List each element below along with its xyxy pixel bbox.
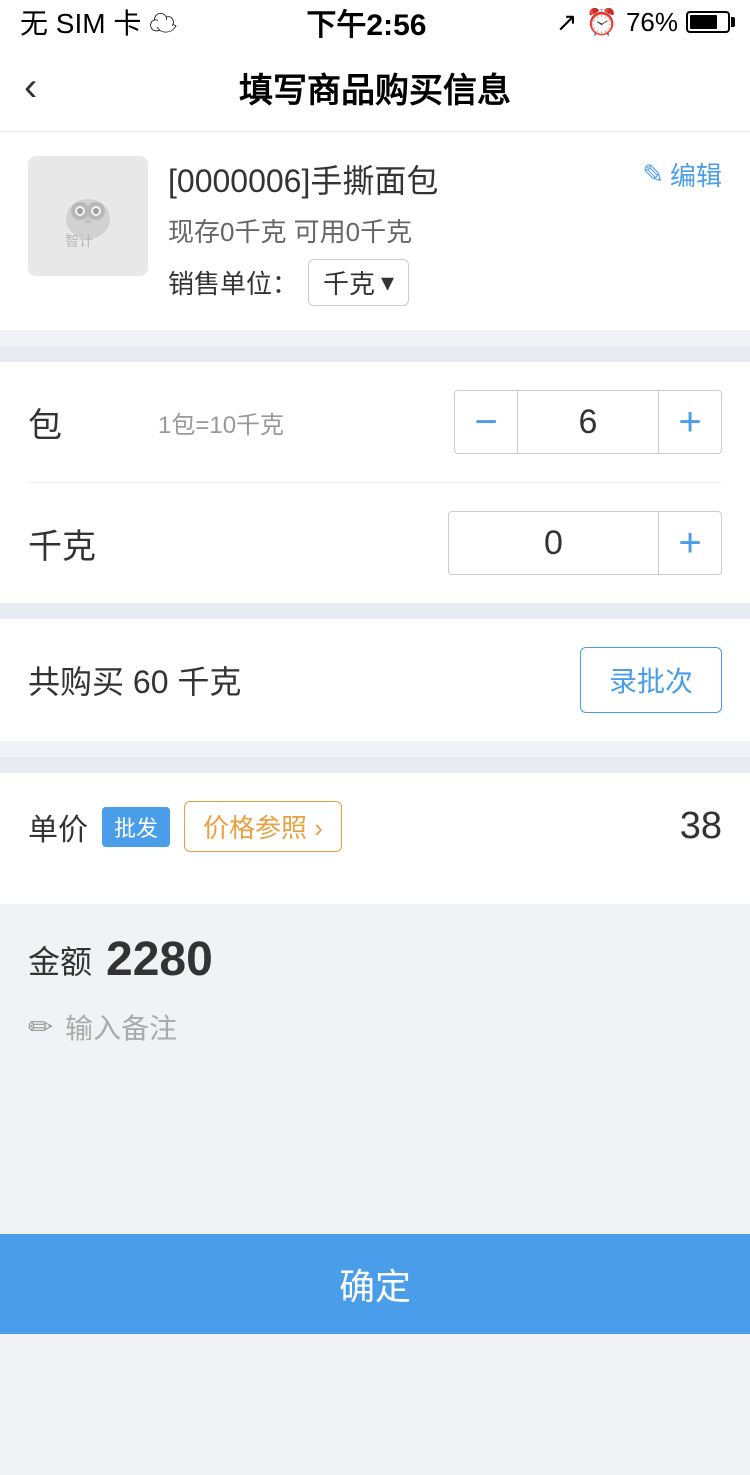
- amount-label: 金额: [28, 937, 92, 983]
- bao-label: 包: [28, 398, 148, 447]
- product-logo-icon: 智计: [53, 181, 123, 251]
- edit-label: 编辑: [670, 156, 722, 193]
- edit-icon: ✎: [642, 159, 664, 190]
- unit-value: 千克: [323, 264, 375, 301]
- summary-section: 共购买 60 千克 录批次: [0, 619, 750, 741]
- page-title: 填写商品购买信息: [239, 63, 511, 112]
- product-info: [0000006]手撕面包 现存0千克 可用0千克 销售单位： 千克 ▾: [168, 156, 622, 306]
- section-divider-1: [0, 346, 750, 362]
- kg-stepper: +: [448, 511, 722, 575]
- status-bar: 无 SIM 卡 ☁ 下午2:56 ↗ ⏰ 76%: [0, 0, 750, 44]
- section-divider-3: [0, 757, 750, 773]
- price-badge: 批发: [102, 807, 170, 847]
- kg-input-row: 千克 +: [28, 483, 722, 603]
- amount-row: 金额 2280: [28, 932, 722, 987]
- kg-label: 千克: [28, 519, 148, 568]
- bao-hint: 1包=10千克: [158, 405, 454, 440]
- alarm-icon: ⏰: [586, 7, 618, 38]
- edit-button[interactable]: ✎ 编辑: [642, 156, 722, 193]
- confirm-button[interactable]: 确定: [0, 1234, 750, 1334]
- bao-plus-button[interactable]: +: [658, 390, 722, 454]
- kg-quantity-input[interactable]: [448, 511, 658, 575]
- price-reference-button[interactable]: 价格参照 ›: [184, 801, 342, 852]
- note-row[interactable]: ✏ 输入备注: [28, 1007, 722, 1047]
- price-value: 38: [680, 805, 722, 848]
- svg-text:智计: 智计: [65, 233, 93, 249]
- status-time: 下午2:56: [306, 0, 426, 44]
- kg-plus-button[interactable]: +: [658, 511, 722, 575]
- product-thumbnail: 智计: [28, 156, 148, 276]
- summary-text: 共购买 60 千克: [28, 657, 241, 703]
- unit-select[interactable]: 千克 ▾: [308, 259, 409, 306]
- status-left: 无 SIM 卡 ☁: [20, 2, 177, 42]
- location-icon: ↗: [556, 7, 578, 38]
- bao-quantity-input[interactable]: [518, 390, 658, 454]
- section-divider-2: [0, 603, 750, 619]
- amount-value: 2280: [106, 932, 213, 987]
- back-button[interactable]: ‹: [24, 65, 37, 110]
- battery-percent: 76%: [626, 7, 678, 38]
- product-section: 智计 [0000006]手撕面包 现存0千克 可用0千克 销售单位： 千克 ▾ …: [0, 132, 750, 330]
- product-unit-row: 销售单位： 千克 ▾: [168, 259, 622, 306]
- dropdown-icon: ▾: [381, 267, 394, 298]
- unit-label: 销售单位：: [168, 264, 298, 301]
- no-sim-label: 无 SIM 卡 ☁: [20, 2, 177, 42]
- quantity-section: 包 1包=10千克 − + 千克 +: [0, 362, 750, 603]
- nav-bar: ‹ 填写商品购买信息: [0, 44, 750, 132]
- bao-stepper: − +: [454, 390, 722, 454]
- status-right: ↗ ⏰ 76%: [556, 7, 730, 38]
- note-placeholder: 输入备注: [65, 1007, 177, 1047]
- product-stock: 现存0千克 可用0千克: [168, 212, 622, 249]
- bao-minus-button[interactable]: −: [454, 390, 518, 454]
- price-section: 单价 批发 价格参照 › 38: [0, 773, 750, 904]
- amount-section: 金额 2280 ✏ 输入备注: [0, 904, 750, 1075]
- product-name: [0000006]手撕面包: [168, 156, 622, 202]
- pencil-icon: ✏: [28, 1010, 53, 1045]
- record-batch-button[interactable]: 录批次: [580, 647, 722, 713]
- price-row: 单价 批发 价格参照 › 38: [28, 801, 722, 852]
- bao-input-row: 包 1包=10千克 − +: [28, 362, 722, 483]
- battery-icon: [686, 11, 730, 33]
- price-label: 单价: [28, 805, 88, 849]
